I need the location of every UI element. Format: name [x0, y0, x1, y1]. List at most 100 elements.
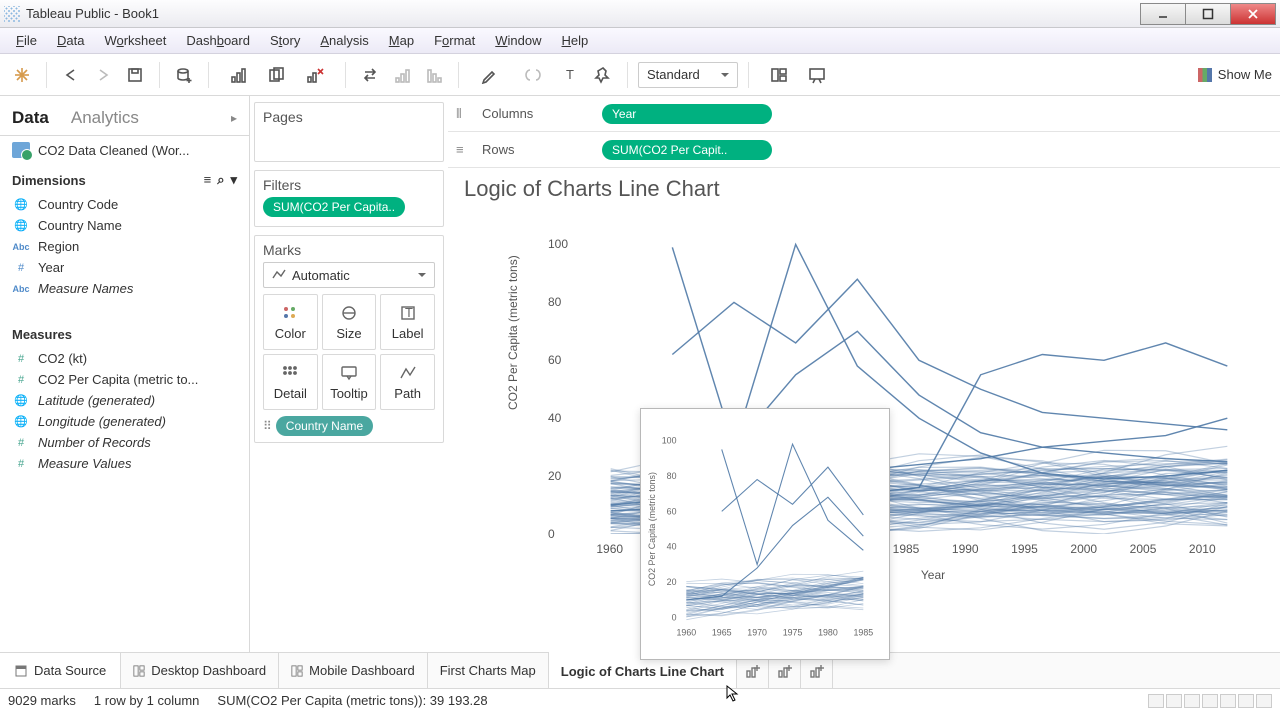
rows-icon: ≡ [456, 142, 472, 157]
swap-button[interactable] [356, 61, 384, 89]
dimension-field[interactable]: Abc Measure Names [0, 278, 249, 299]
sheet-tab[interactable]: Mobile Dashboard [279, 653, 428, 688]
fit-select[interactable]: Standard [638, 62, 738, 88]
menu-window[interactable]: Window [485, 30, 551, 51]
menu-format[interactable]: Format [424, 30, 485, 51]
menu-story[interactable]: Story [260, 30, 310, 51]
dimension-field[interactable]: Abc Region [0, 236, 249, 257]
dimension-field[interactable]: 🌐Country Name [0, 215, 249, 236]
field-type-icon: 🌐 [12, 198, 30, 211]
field-type-icon: Abc [12, 242, 30, 252]
field-label: Region [38, 239, 79, 254]
y-tick: 40 [548, 411, 561, 425]
measure-field[interactable]: 🌐 Latitude (generated) [0, 390, 249, 411]
menu-help[interactable]: Help [552, 30, 599, 51]
sheet-tab[interactable]: First Charts Map [428, 653, 549, 688]
x-tick: 2010 [1189, 542, 1216, 556]
menu-worksheet[interactable]: Worksheet [94, 30, 176, 51]
field-label: Measure Names [38, 281, 133, 296]
y-tick: 0 [548, 527, 555, 541]
measure-field[interactable]: #CO2 (kt) [0, 348, 249, 369]
labels-button[interactable]: T [557, 61, 585, 89]
field-type-icon: Abc [12, 284, 30, 294]
menu-dashboard[interactable]: Dashboard [176, 30, 260, 51]
sheet-tab[interactable]: Desktop Dashboard [121, 653, 279, 688]
minimize-button[interactable] [1140, 3, 1186, 25]
columns-pill[interactable]: Year [602, 104, 772, 124]
svg-text:1980: 1980 [818, 627, 838, 637]
mark-detail-button[interactable]: Detail [263, 354, 318, 410]
menu-caret-icon[interactable]: ▾ [230, 172, 237, 188]
measure-field[interactable]: 🌐Longitude (generated) [0, 411, 249, 432]
cards-toggle[interactable] [759, 61, 799, 89]
view-list-icon[interactable]: ≡ [204, 172, 212, 188]
measure-field[interactable]: #Number of Records [0, 432, 249, 453]
tableau-logo-icon[interactable] [8, 61, 36, 89]
mark-color-button[interactable]: Color [263, 294, 318, 350]
measure-field[interactable]: # CO2 Per Capita (metric to... [0, 369, 249, 390]
field-type-icon: 🌐 [12, 394, 30, 407]
filters-shelf[interactable]: FiltersSUM(CO2 Per Capita.. [254, 170, 444, 227]
field-label: Latitude (generated) [38, 393, 155, 408]
svg-text:T: T [566, 67, 574, 82]
presentation-button[interactable] [803, 61, 831, 89]
pages-shelf[interactable]: Pages [254, 102, 444, 162]
pane-menu-icon[interactable]: ▸ [231, 111, 237, 125]
highlight-button[interactable] [469, 61, 509, 89]
field-label: Country Name [38, 218, 122, 233]
x-tick: 2000 [1070, 542, 1097, 556]
close-button[interactable] [1230, 3, 1276, 25]
show-me-button[interactable]: Show Me [1198, 67, 1272, 82]
rows-pill[interactable]: SUM(CO2 Per Capit.. [602, 140, 772, 160]
y-tick: 80 [548, 295, 561, 309]
dimensions-header: Dimensions [12, 173, 86, 188]
detail-pill[interactable]: Country Name [276, 416, 373, 436]
clear-sheet-button[interactable] [295, 61, 335, 89]
field-type-icon: 🌐 [12, 415, 30, 428]
undo-button[interactable] [57, 61, 85, 89]
y-tick: 20 [548, 469, 561, 483]
search-icon[interactable]: ⌕ [217, 172, 224, 188]
field-type-icon: # [12, 353, 30, 365]
columns-shelf[interactable]: ⦀ Columns Year [448, 96, 1280, 132]
new-datasource-button[interactable] [170, 61, 198, 89]
chart-title[interactable]: Logic of Charts Line Chart [464, 176, 1262, 202]
group-button[interactable] [513, 61, 553, 89]
redo-button[interactable] [89, 61, 117, 89]
field-label: Number of Records [38, 435, 151, 450]
data-source-tab[interactable]: Data Source [0, 653, 121, 688]
new-sheet-button[interactable] [219, 61, 259, 89]
y-axis-label: CO2 Per Capita (metric tons) [506, 255, 520, 410]
menu-data[interactable]: Data [47, 30, 94, 51]
status-sum: SUM(CO2 Per Capita (metric tons)): 39 19… [217, 693, 487, 708]
maximize-button[interactable] [1185, 3, 1231, 25]
pin-button[interactable] [589, 61, 617, 89]
tab-analytics[interactable]: Analytics [71, 104, 139, 132]
datasource-item[interactable]: CO2 Data Cleaned (Wor... [0, 136, 249, 164]
mark-label-button[interactable]: TLabel [380, 294, 435, 350]
menu-file[interactable]: File [6, 30, 47, 51]
filter-pill[interactable]: SUM(CO2 Per Capita.. [263, 197, 405, 217]
rows-shelf[interactable]: ≡ Rows SUM(CO2 Per Capit.. [448, 132, 1280, 168]
save-button[interactable] [121, 61, 149, 89]
field-type-icon: # [12, 374, 30, 386]
sheet-nav[interactable] [1148, 694, 1272, 708]
tab-data[interactable]: Data [12, 104, 49, 132]
svg-text:1970: 1970 [747, 627, 767, 637]
menu-analysis[interactable]: Analysis [310, 30, 378, 51]
dimension-field[interactable]: 🌐Country Code [0, 194, 249, 215]
mark-path-button[interactable]: Path [380, 354, 435, 410]
mark-size-button[interactable]: Size [322, 294, 377, 350]
dimension-field[interactable]: #Year [0, 257, 249, 278]
field-label: CO2 Per Capita (metric to... [38, 372, 198, 387]
status-layout: 1 row by 1 column [94, 693, 200, 708]
sort-desc-button[interactable] [420, 61, 448, 89]
duplicate-sheet-button[interactable] [263, 61, 291, 89]
menu-map[interactable]: Map [379, 30, 424, 51]
mark-type-select[interactable]: Automatic [263, 262, 435, 288]
field-label: Year [38, 260, 64, 275]
mark-tooltip-button[interactable]: Tooltip [322, 354, 377, 410]
window-title: Tableau Public - Book1 [26, 6, 159, 21]
sort-asc-button[interactable] [388, 61, 416, 89]
measure-field[interactable]: #Measure Values [0, 453, 249, 474]
